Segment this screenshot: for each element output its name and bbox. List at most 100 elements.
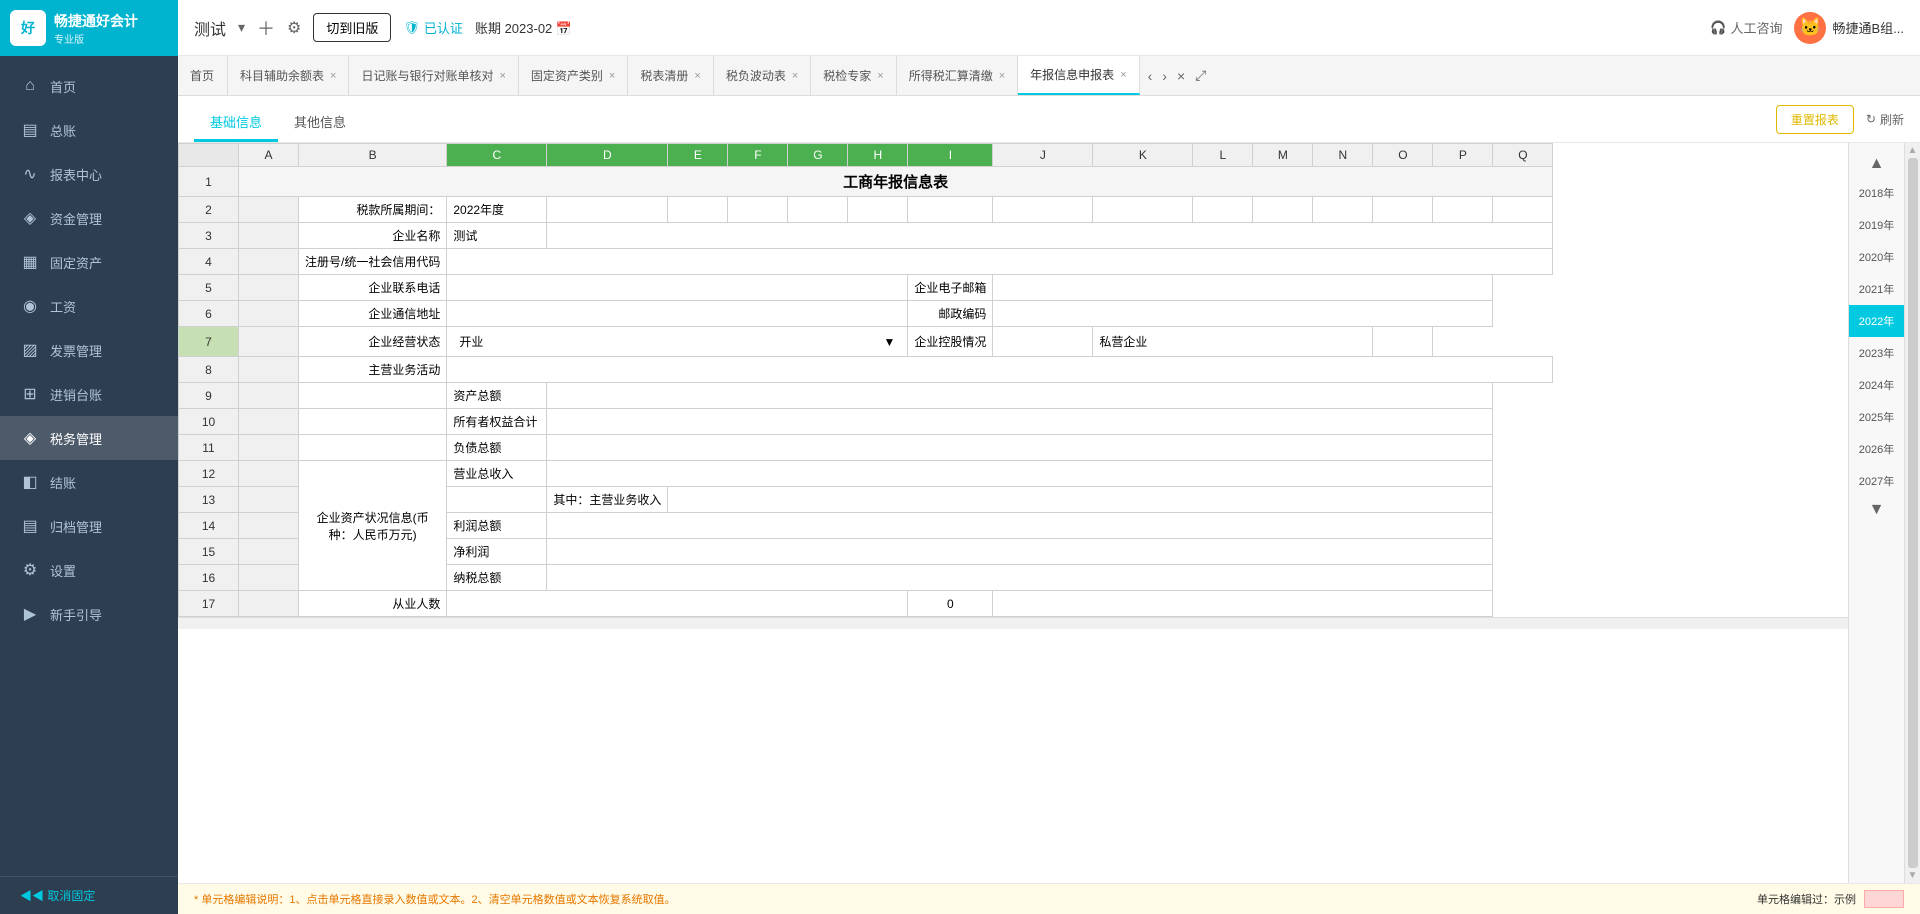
- col-header-L[interactable]: L: [1193, 144, 1253, 167]
- scroll-thumb[interactable]: [1908, 158, 1918, 868]
- tab-close-8[interactable]: ×: [1120, 69, 1126, 81]
- sidebar-item-stock[interactable]: ⊞ 进销台账: [0, 372, 178, 416]
- year-item-2023年[interactable]: 2023年: [1849, 337, 1904, 369]
- year-item-2024年[interactable]: 2024年: [1849, 369, 1904, 401]
- col-header-E[interactable]: E: [668, 144, 728, 167]
- tab-prev-button[interactable]: ‹: [1144, 66, 1157, 86]
- cell-1-title[interactable]: 工商年报信息表: [239, 167, 1553, 197]
- cell-2-l[interactable]: [1193, 197, 1253, 223]
- cell-2-n[interactable]: [1313, 197, 1373, 223]
- cell-17-ci[interactable]: [447, 591, 908, 617]
- cell-2-k[interactable]: [1093, 197, 1193, 223]
- vertical-scrollbar[interactable]: ▲ ▼: [1904, 143, 1920, 883]
- tab-1[interactable]: 科目辅助余额表×: [228, 56, 349, 95]
- cell-11-rest[interactable]: [547, 435, 1493, 461]
- cell-5-cdi[interactable]: [447, 275, 908, 301]
- col-header-K[interactable]: K: [1093, 144, 1193, 167]
- cell-2-p[interactable]: [1433, 197, 1493, 223]
- year-item-2018年[interactable]: 2018年: [1849, 177, 1904, 209]
- cell-14-rest[interactable]: [547, 513, 1493, 539]
- cell-6-cdi[interactable]: [447, 301, 908, 327]
- cell-2-e[interactable]: [668, 197, 728, 223]
- col-header-G[interactable]: G: [788, 144, 848, 167]
- sidebar-item-tax[interactable]: ◈ 税务管理: [0, 416, 178, 460]
- scroll-up-button[interactable]: ▲: [1908, 145, 1918, 156]
- topbar-service-button[interactable]: 🎧 人工咨询: [1710, 18, 1782, 37]
- col-header-J[interactable]: J: [993, 144, 1093, 167]
- cell-10-rest[interactable]: [547, 409, 1493, 435]
- tab-expand-button[interactable]: ⤢: [1191, 65, 1210, 86]
- col-header-H[interactable]: H: [848, 144, 908, 167]
- cell-9-rest[interactable]: [547, 383, 1493, 409]
- sidebar-item-settings[interactable]: ⚙ 设置: [0, 548, 178, 592]
- sidebar-item-guide[interactable]: ▶ 新手引导: [0, 592, 178, 636]
- sidebar-unpin-button[interactable]: ◀◀ 取消固定: [0, 876, 178, 914]
- sidebar-item-archive[interactable]: ▤ 归档管理: [0, 504, 178, 548]
- tab-close-6[interactable]: ×: [877, 70, 883, 82]
- cell-7-dropdown[interactable]: 开业▼: [447, 327, 908, 357]
- tab-close-3[interactable]: ×: [609, 70, 615, 82]
- cell-17-j[interactable]: 0: [908, 591, 993, 617]
- tab-close-7[interactable]: ×: [999, 70, 1005, 82]
- tab-5[interactable]: 税负波动表×: [714, 56, 811, 95]
- col-header-D[interactable]: D: [547, 144, 668, 167]
- col-header-Q[interactable]: Q: [1493, 144, 1553, 167]
- year-nav-up-button[interactable]: ▲: [1865, 151, 1889, 177]
- cell-2-q[interactable]: [1493, 197, 1553, 223]
- year-item-2021年[interactable]: 2021年: [1849, 273, 1904, 305]
- year-nav-down-button[interactable]: ▼: [1865, 497, 1889, 523]
- col-header-O[interactable]: O: [1373, 144, 1433, 167]
- cell-17-kq[interactable]: [993, 591, 1493, 617]
- cell-8-rest[interactable]: [447, 357, 1553, 383]
- sidebar-item-salary[interactable]: ◉ 工资: [0, 284, 178, 328]
- topbar-add-icon[interactable]: ＋: [257, 15, 275, 41]
- refresh-button[interactable]: ↻ 刷新: [1866, 111, 1904, 128]
- subtab-1[interactable]: 其他信息: [278, 104, 362, 142]
- cell-4-rest[interactable]: [447, 249, 1553, 275]
- tab-8[interactable]: 年报信息申报表×: [1018, 56, 1139, 95]
- tab-close-all-button[interactable]: ×: [1173, 66, 1189, 86]
- year-item-2019年[interactable]: 2019年: [1849, 209, 1904, 241]
- tab-2[interactable]: 日记账与银行对账单核对×: [349, 56, 518, 95]
- topbar-user[interactable]: 🐱 畅捷通B组...: [1794, 12, 1904, 44]
- tab-close-1[interactable]: ×: [330, 70, 336, 82]
- cell-12-rest[interactable]: [547, 461, 1493, 487]
- sidebar-item-report[interactable]: ∿ 报表中心: [0, 152, 178, 196]
- tab-4[interactable]: 税表清册×: [628, 56, 713, 95]
- sidebar-item-ledger[interactable]: ▤ 总账: [0, 108, 178, 152]
- sidebar-item-asset[interactable]: ▦ 固定资产: [0, 240, 178, 284]
- cell-13-rest[interactable]: [668, 487, 1493, 513]
- spreadsheet-wrapper[interactable]: ABCDEFGHIJKLMNOPQ 1 工商年报信息表 2 税款所属期间： 20…: [178, 143, 1848, 883]
- sidebar-item-home[interactable]: ⌂ 首页: [0, 64, 178, 108]
- scroll-down-button[interactable]: ▼: [1908, 870, 1918, 881]
- cell-2-j[interactable]: [993, 197, 1093, 223]
- cell-2-h[interactable]: [848, 197, 908, 223]
- col-header-F[interactable]: F: [728, 144, 788, 167]
- year-item-2026年[interactable]: 2026年: [1849, 433, 1904, 465]
- cell-3-rest[interactable]: [547, 223, 1553, 249]
- col-header-B[interactable]: B: [299, 144, 447, 167]
- year-item-2020年[interactable]: 2020年: [1849, 241, 1904, 273]
- cell-6-kq[interactable]: [993, 301, 1493, 327]
- tab-0[interactable]: 首页: [178, 56, 228, 95]
- topbar-dropdown-icon[interactable]: ▾: [238, 19, 245, 36]
- tab-next-button[interactable]: ›: [1158, 66, 1171, 86]
- sidebar-item-invoice[interactable]: ▨ 发票管理: [0, 328, 178, 372]
- cell-2-f[interactable]: [728, 197, 788, 223]
- cell-2-o[interactable]: [1373, 197, 1433, 223]
- tab-close-4[interactable]: ×: [694, 70, 700, 82]
- cell-2-g[interactable]: [788, 197, 848, 223]
- col-header-C[interactable]: C: [447, 144, 547, 167]
- reset-report-button[interactable]: 重置报表: [1776, 105, 1854, 134]
- cell-15-rest[interactable]: [547, 539, 1493, 565]
- topbar-old-version-button[interactable]: 切到旧版: [313, 13, 391, 42]
- horizontal-scrollbar[interactable]: [178, 617, 1848, 629]
- col-header-N[interactable]: N: [1313, 144, 1373, 167]
- tab-close-2[interactable]: ×: [499, 70, 505, 82]
- cell-3-c[interactable]: 测试: [447, 223, 547, 249]
- cell-7-lp[interactable]: 私营企业: [1093, 327, 1373, 357]
- col-header-P[interactable]: P: [1433, 144, 1493, 167]
- cell-2-i[interactable]: [908, 197, 993, 223]
- sidebar-item-fund[interactable]: ◈ 资金管理: [0, 196, 178, 240]
- year-item-2027年[interactable]: 2027年: [1849, 465, 1904, 497]
